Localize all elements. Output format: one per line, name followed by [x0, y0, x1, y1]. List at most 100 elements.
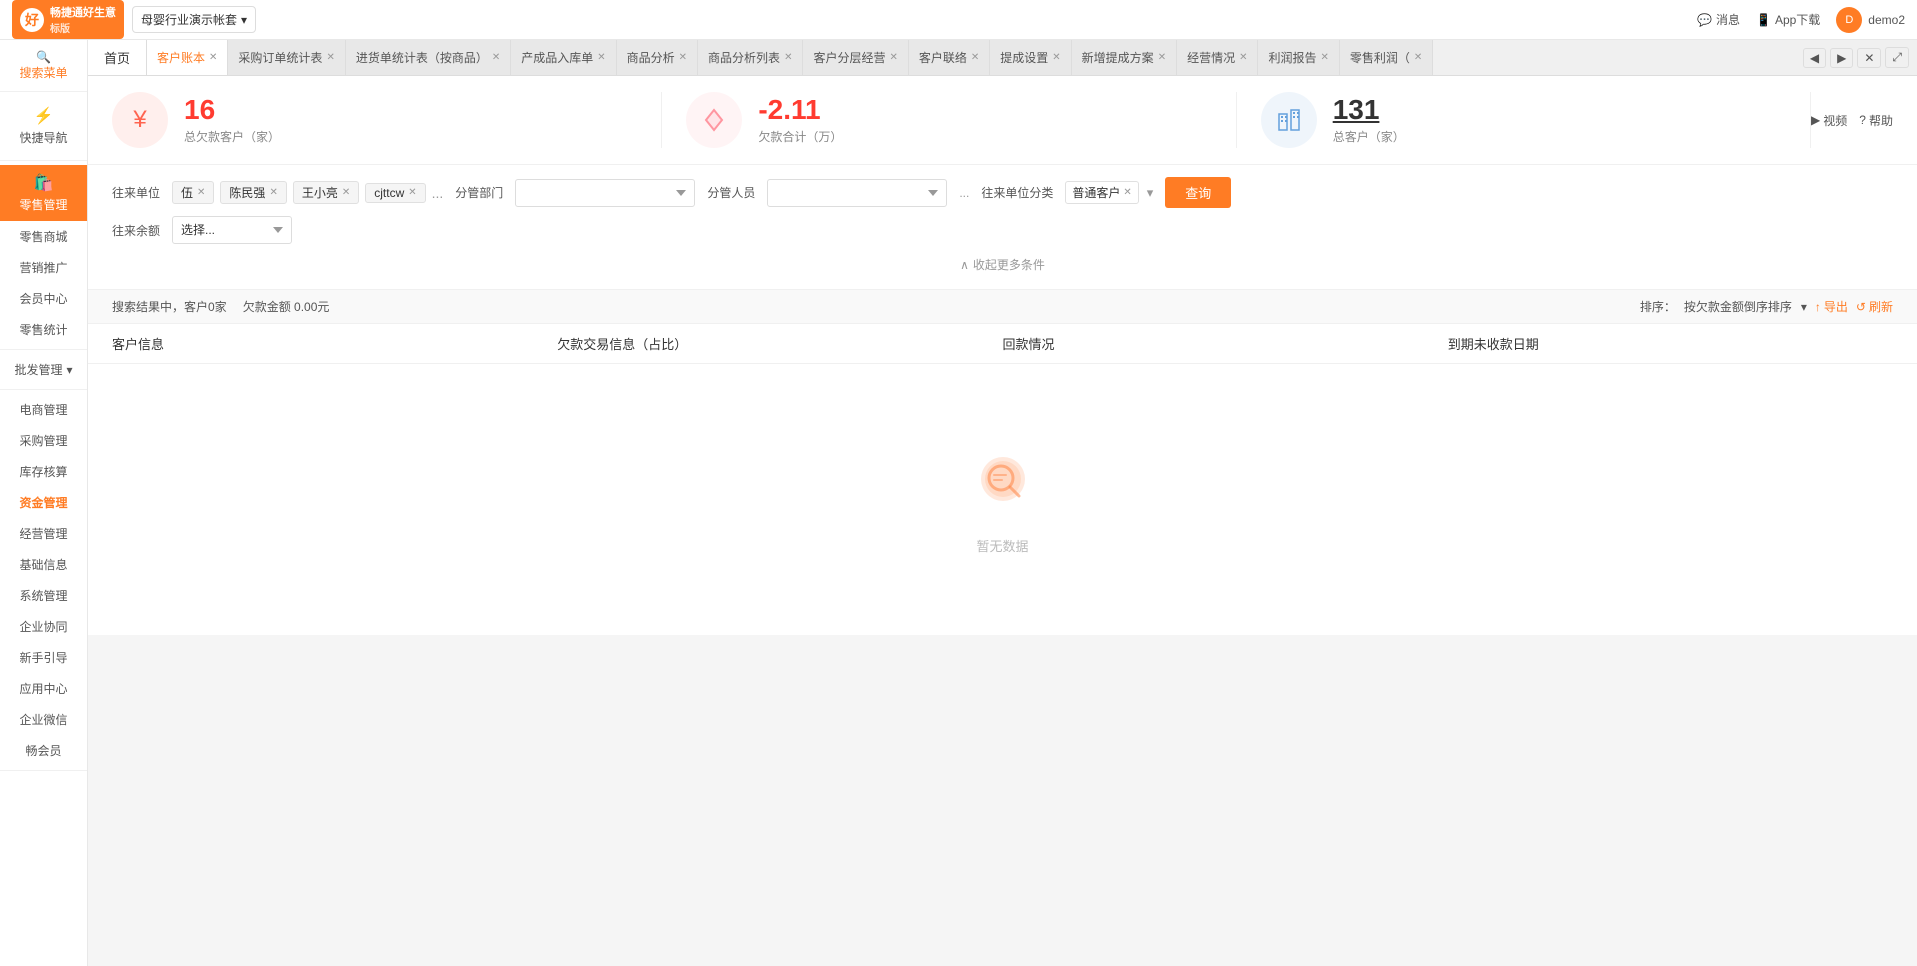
sidebar-item-operation[interactable]: 经营管理	[0, 518, 87, 549]
tab-close-icon[interactable]: ✕	[1052, 52, 1060, 63]
tag-close-icon[interactable]: ✕	[342, 187, 350, 198]
table-container: 客户信息 欠款交易信息（占比） 回款情况 到期未收款日期	[88, 324, 1917, 635]
sidebar-item-capital[interactable]: 资金管理	[0, 487, 87, 518]
tab-commission-setting[interactable]: 提成设置 ✕	[990, 40, 1071, 75]
tab-profit-report[interactable]: 利润报告 ✕	[1258, 40, 1339, 75]
message-btn[interactable]: 💬 消息	[1697, 11, 1740, 28]
tab-inbound-stat[interactable]: 进货单统计表（按商品） ✕	[346, 40, 511, 75]
tab-biz-situation[interactable]: 经营情况 ✕	[1177, 40, 1258, 75]
person-filter-select[interactable]	[767, 179, 947, 207]
tab-retail-profit[interactable]: 零售利润（ ✕	[1340, 40, 1433, 75]
query-button[interactable]: 查询	[1165, 177, 1231, 208]
unit-tag-wang[interactable]: 王小亮 ✕	[293, 181, 359, 204]
dept-filter-select[interactable]	[515, 179, 695, 207]
unit-class-selector: 普通客户 ✕ ▾	[1065, 181, 1153, 204]
sort-select[interactable]: 按欠款金额倒序排序	[1684, 300, 1793, 314]
collapse-filter-btn[interactable]: ∧ 收起更多条件	[112, 252, 1893, 277]
sidebar-section-main: 🛍️ 零售管理 零售商城 营销推广 会员中心 零售统计	[0, 161, 87, 350]
export-button[interactable]: ↑ 导出	[1815, 298, 1848, 315]
sidebar-item-zero-mall[interactable]: 零售商城	[0, 221, 87, 252]
tab-maximize-btn[interactable]: ⤢	[1885, 47, 1909, 68]
stats-banner: ¥ 16 总欠款客户（家） -2.11 欠款合	[88, 76, 1917, 165]
tab-product-analysis[interactable]: 商品分析 ✕	[617, 40, 698, 75]
sidebar-item-ecom[interactable]: 电商管理	[0, 394, 87, 425]
tab-close-icon[interactable]: ✕	[492, 52, 500, 63]
customer-type-tag[interactable]: 普通客户 ✕	[1065, 181, 1138, 204]
unit-tag-more[interactable]: ...	[432, 185, 444, 201]
tab-close-icon[interactable]: ✕	[971, 52, 979, 63]
tab-close-icon[interactable]: ✕	[209, 52, 217, 63]
sidebar-item-batch[interactable]: 批发管理 ▾	[0, 354, 87, 385]
balance-filter-select[interactable]: 选择...	[172, 216, 292, 244]
person-filter-label: 分管人员	[707, 184, 755, 201]
stat-label-debt-total: 欠款合计（万）	[758, 128, 842, 145]
col-repayment: 回款情况	[1003, 334, 1448, 353]
main-layout: 🔍 搜索菜单 ⚡ 快捷导航 🛍️ 零售管理 零售商城 营销推广 会员中心	[0, 40, 1917, 966]
sidebar-item-purchase[interactable]: 采购管理	[0, 425, 87, 456]
stat-item-debt-total: -2.11 欠款合计（万）	[662, 92, 1236, 148]
sidebar-item-newbie[interactable]: 新手引导	[0, 642, 87, 673]
unit-tag-cjttcw[interactable]: cjttcw ✕	[365, 183, 425, 203]
tab-home[interactable]: 首页	[88, 40, 147, 75]
help-btn[interactable]: ? 帮助	[1859, 112, 1893, 129]
tab-prev-btn[interactable]: ◀	[1803, 48, 1826, 68]
sidebar-item-enterprise[interactable]: 企业协同	[0, 611, 87, 642]
tab-product-analysis-list[interactable]: 商品分析列表 ✕	[698, 40, 803, 75]
sidebar-item-inventory[interactable]: 库存核算	[0, 456, 87, 487]
tab-close-icon[interactable]: ✕	[1321, 52, 1329, 63]
tab-close-icon[interactable]: ✕	[679, 52, 687, 63]
stat-text-total-customers: 131 总客户（家）	[1333, 96, 1405, 145]
tab-close-icon[interactable]: ✕	[1158, 52, 1166, 63]
store-selector[interactable]: 母婴行业演示帐套 ▾	[132, 6, 256, 33]
tab-close-all-btn[interactable]: ✕	[1857, 48, 1881, 68]
sidebar-quick-nav: ⚡ 快捷导航	[0, 92, 87, 161]
unit-filter-tags: 伍 ✕ 陈民强 ✕ 王小亮 ✕ cjttcw ✕	[172, 181, 443, 204]
tab-new-commission[interactable]: 新增提成方案 ✕	[1072, 40, 1177, 75]
tab-close-icon[interactable]: ✕	[784, 52, 792, 63]
sidebar-item-system[interactable]: 系统管理	[0, 580, 87, 611]
customer-type-close-icon[interactable]: ✕	[1123, 187, 1131, 198]
unit-tag-wu[interactable]: 伍 ✕	[172, 181, 214, 204]
sidebar-item-basic[interactable]: 基础信息	[0, 549, 87, 580]
filter-area: 往来单位 伍 ✕ 陈民强 ✕ 王小亮 ✕	[88, 165, 1917, 290]
app-download-btn[interactable]: 📱 App下载	[1756, 11, 1820, 28]
tag-close-icon[interactable]: ✕	[269, 187, 277, 198]
tab-purchase-order[interactable]: 采购订单统计表 ✕	[228, 40, 345, 75]
video-btn[interactable]: ▶ 视频	[1811, 112, 1847, 129]
sidebar-item-quick-nav[interactable]: ⚡ 快捷导航	[0, 98, 87, 154]
dept-filter-label: 分管部门	[455, 184, 503, 201]
tab-close-icon[interactable]: ✕	[326, 52, 334, 63]
video-icon: ▶	[1811, 113, 1820, 127]
user-area[interactable]: D demo2	[1836, 7, 1905, 33]
search-result-text: 搜索结果中，客户0家	[112, 298, 227, 315]
stat-item-total-customers: 131 总客户（家）	[1237, 92, 1811, 148]
tab-product-inbound[interactable]: 产成品入库单 ✕	[511, 40, 616, 75]
sidebar-item-wechat[interactable]: 企业微信	[0, 704, 87, 735]
sidebar-item-zero-retail[interactable]: 🛍️ 零售管理	[0, 165, 87, 221]
tag-close-icon[interactable]: ✕	[408, 187, 416, 198]
result-bar-left: 搜索结果中，客户0家 欠款金额 0.00元	[112, 298, 329, 315]
tab-close-icon[interactable]: ✕	[889, 52, 897, 63]
refresh-button[interactable]: ↺ 刷新	[1856, 298, 1893, 315]
tab-close-icon[interactable]: ✕	[597, 52, 605, 63]
tab-customer-tier[interactable]: 客户分层经营 ✕	[803, 40, 908, 75]
sidebar-item-zero-stat[interactable]: 零售统计	[0, 314, 87, 345]
tab-customer-contact[interactable]: 客户联络 ✕	[909, 40, 990, 75]
tab-next-btn[interactable]: ▶	[1830, 48, 1853, 68]
sidebar-item-vip[interactable]: 畅会员	[0, 735, 87, 766]
person-filter-more[interactable]: ...	[959, 186, 969, 200]
tag-close-icon[interactable]: ✕	[197, 187, 205, 198]
tab-close-icon[interactable]: ✕	[1414, 52, 1422, 63]
sidebar-section-batch: 批发管理 ▾	[0, 350, 87, 390]
sidebar-item-marketing[interactable]: 营销推广	[0, 252, 87, 283]
sidebar-item-appstore[interactable]: 应用中心	[0, 673, 87, 704]
result-bar-right: 排序： 按欠款金额倒序排序 ▾ ↑ 导出 ↺ 刷新	[1640, 298, 1893, 315]
tab-close-icon[interactable]: ✕	[1239, 52, 1247, 63]
chevron-down-icon[interactable]: ▾	[1147, 185, 1154, 201]
tab-customer-account[interactable]: 客户账本 ✕	[147, 40, 228, 75]
sidebar-search[interactable]: 🔍 搜索菜单	[0, 40, 87, 92]
balance-filter-label: 往来余额	[112, 222, 160, 239]
sidebar-item-member[interactable]: 会员中心	[0, 283, 87, 314]
debt-total-icon	[686, 92, 742, 148]
unit-tag-chen[interactable]: 陈民强 ✕	[220, 181, 286, 204]
